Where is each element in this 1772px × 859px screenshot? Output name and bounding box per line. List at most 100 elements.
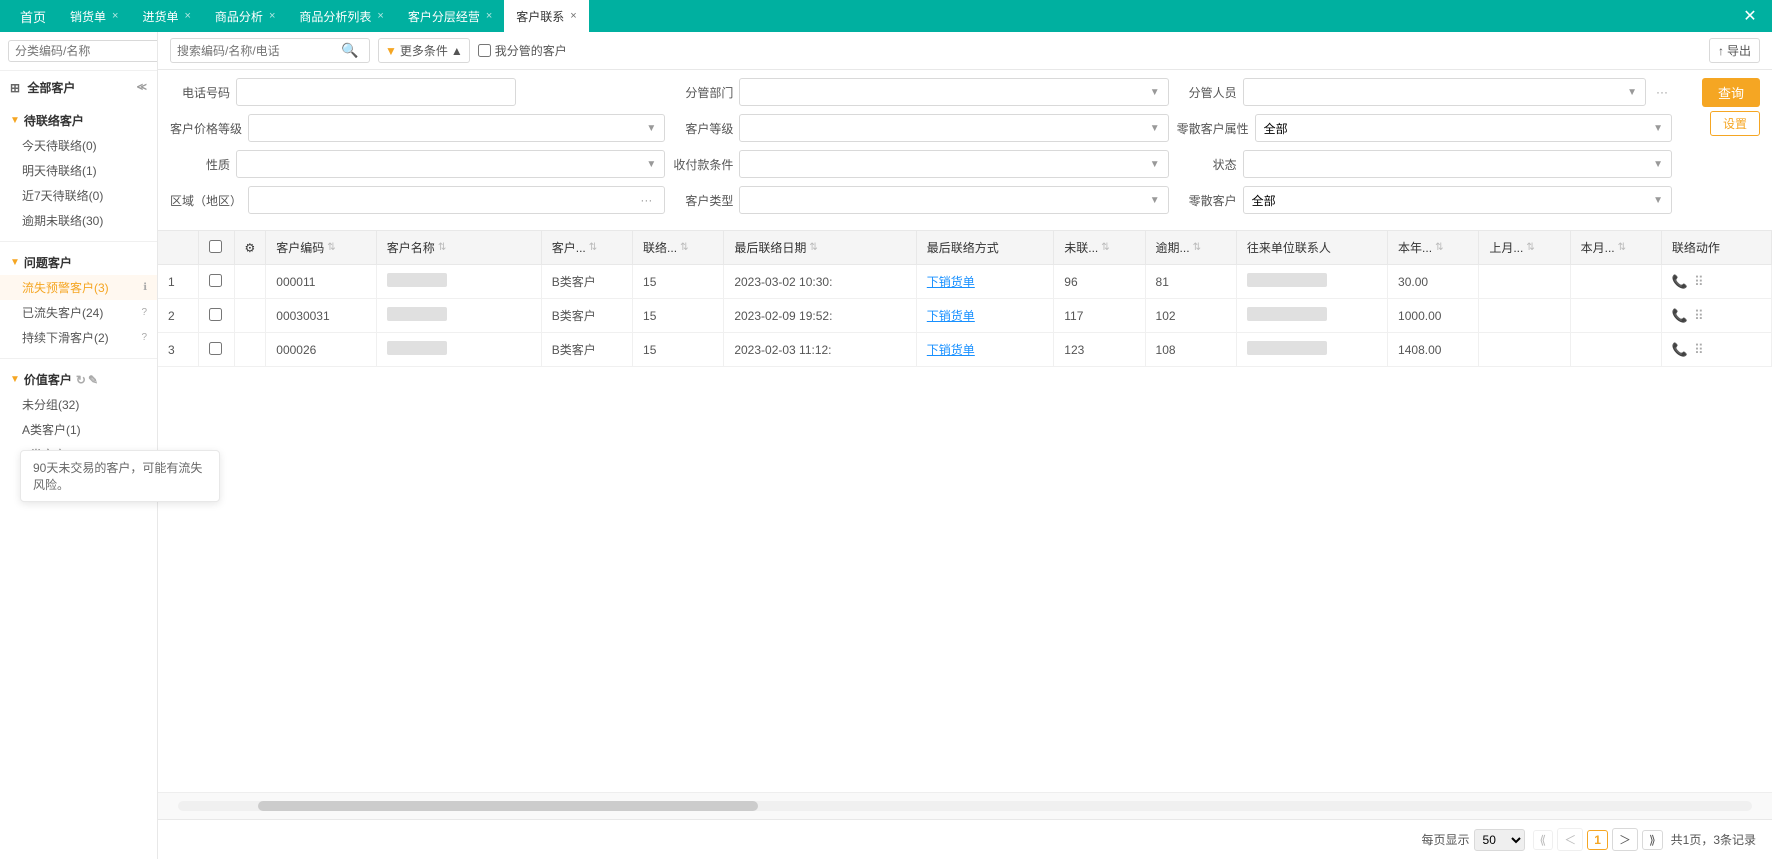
manager-select[interactable]: ▼ [1243,78,1646,106]
export-button[interactable]: ↑ 导出 [1709,38,1760,63]
sort-icon-last-month[interactable]: ⇅ [1526,242,1534,253]
close-tab-customer-segment[interactable]: × [486,10,492,22]
row-checkbox-1[interactable] [209,274,222,287]
col-name: 客户名称 ⇅ [376,231,541,265]
customer-type-select[interactable]: ▼ [739,186,1168,214]
arrow-down-icon: ▼ [10,115,20,126]
cell-unit-1 [1236,265,1387,299]
tab-customer-segment[interactable]: 客户分层经营 × [396,0,504,32]
table-row: 3 000026 B类客户 15 2023-02-03 11:12: 下销货单 … [158,333,1772,367]
filter-field-dept: 分管部门 ▼ [673,78,1168,106]
close-tab-purchase[interactable]: × [184,10,190,22]
select-all-checkbox[interactable] [209,240,222,253]
menu-action-icon-2[interactable]: ⠿ [1694,308,1704,324]
sidebar-item-lost[interactable]: 已流失客户(24) ? [0,300,157,325]
phone-input[interactable] [236,78,516,106]
sort-icon-type[interactable]: ⇅ [589,242,597,253]
row-checkbox-3[interactable] [209,342,222,355]
main-layout: 🔍 ⊞ 全部客户 ≪ ▼ 待联络客户 今天待联络(0) 明天待联络(1) 近7天… [0,32,1772,859]
prev-page-button[interactable]: ＜ [1557,828,1583,851]
edit-icon[interactable]: ✎ [88,373,98,387]
more-filters-button[interactable]: ▼ 更多条件 ▲ [378,38,470,63]
region-label: 区域（地区） [170,192,242,209]
close-tab-sales[interactable]: × [112,10,118,22]
sort-icon-overdue[interactable]: ⇅ [1193,242,1201,253]
sort-icon-name[interactable]: ⇅ [438,242,446,253]
sort-icon-this-month[interactable]: ⇅ [1618,242,1626,253]
payment-select[interactable]: ▼ [739,150,1168,178]
region-dots[interactable]: ··· [636,193,656,207]
sidebar-item-overdue-pending[interactable]: 逾期未联络(30) [0,208,157,233]
phone-action-icon-2[interactable]: 📞 [1672,308,1688,324]
sidebar-group-problem-header[interactable]: ▼ 问题客户 [0,250,157,275]
sidebar-item-today-pending[interactable]: 今天待联络(0) [0,133,157,158]
menu-action-icon-1[interactable]: ⠿ [1694,274,1704,290]
row-checkbox-2[interactable] [209,308,222,321]
payment-label: 收付款条件 [673,156,733,173]
sidebar-group-value-header[interactable]: ▼ 价值客户 ↻ ✎ [0,367,157,392]
sort-icon-contact[interactable]: ⇅ [680,242,688,253]
method-link-3[interactable]: 下销货单 [927,343,975,357]
all-customers-item[interactable]: ⊞ 全部客户 ≪ [0,71,157,104]
window-close-button[interactable]: ✕ [1736,2,1764,30]
phone-action-icon-3[interactable]: 📞 [1672,342,1688,358]
table-horizontal-scrollbar[interactable] [158,792,1772,819]
tab-purchase[interactable]: 进货单 × [130,0,202,32]
retail-select[interactable]: 全部 ▼ [1243,186,1672,214]
sidebar-item-class-a[interactable]: A类客户(1) [0,417,157,442]
sidebar-item-tomorrow-pending[interactable]: 明天待联络(1) [0,158,157,183]
sort-icon-date[interactable]: ⇅ [809,242,817,253]
sidebar-item-ungrouped[interactable]: 未分组(32) [0,392,157,417]
cell-type-1: B类客户 [541,265,632,299]
phone-action-icon-1[interactable]: 📞 [1672,274,1688,290]
col-settings[interactable]: ⚙ [234,231,266,265]
sidebar-search-input[interactable] [8,40,158,62]
tab-home[interactable]: 首页 [8,0,58,32]
first-page-button[interactable]: ⟪ [1533,830,1554,850]
retail-attr-label: 零散客户属性 [1177,120,1249,137]
region-select[interactable]: ··· [248,186,665,214]
scroll-thumb[interactable] [258,801,758,811]
close-tab-analysis[interactable]: × [269,10,275,22]
next-page-button[interactable]: ＞ [1612,828,1638,851]
search-input[interactable] [177,44,337,58]
query-button[interactable]: 查询 [1702,78,1760,107]
price-grade-select[interactable]: ▼ [248,114,665,142]
status-select[interactable]: ▼ [1243,150,1672,178]
col-this-month: 本月... ⇅ [1570,231,1661,265]
cell-checkbox-3 [198,333,234,367]
manager-dots[interactable]: ··· [1652,85,1672,99]
settings-button[interactable]: 设置 [1710,111,1760,136]
tab-analysis-list[interactable]: 商品分析列表 × [287,0,395,32]
refresh-icon[interactable]: ↻ [76,373,86,387]
menu-action-icon-3[interactable]: ⠿ [1694,342,1704,358]
tab-analysis[interactable]: 商品分析 × [203,0,287,32]
last-page-button[interactable]: ⟫ [1642,830,1663,850]
sort-icon-year[interactable]: ⇅ [1435,242,1443,253]
my-customers-checkbox-label[interactable]: 我分管的客户 [478,42,567,59]
table-row: 2 00030031 B类客户 15 2023-02-09 19:52: 下销货… [158,299,1772,333]
page-size-dropdown[interactable]: 50 100 200 [1474,829,1525,851]
sidebar-item-7days-pending[interactable]: 近7天待联络(0) [0,183,157,208]
my-customers-checkbox[interactable] [478,44,491,57]
sidebar-item-declining[interactable]: 持续下滑客户(2) ? [0,325,157,350]
sort-icon-un[interactable]: ⇅ [1101,242,1109,253]
dept-select[interactable]: ▼ [739,78,1168,106]
method-link-1[interactable]: 下销货单 [927,275,975,289]
sidebar-group-pending-header[interactable]: ▼ 待联络客户 [0,108,157,133]
sort-icon-code[interactable]: ⇅ [327,242,335,253]
cell-action-3: 📞 ⠿ [1661,333,1771,367]
sidebar-item-loss-warning[interactable]: 流失预警客户(3) ℹ [0,275,157,300]
close-tab-analysis-list[interactable]: × [377,10,383,22]
unit-contact-3 [1247,341,1327,355]
tab-customer-link[interactable]: 客户联系 × [504,0,588,32]
tab-sales[interactable]: 销货单 × [58,0,130,32]
toolbar-search-icon[interactable]: 🔍 [341,42,358,59]
close-tab-customer-link[interactable]: × [570,10,576,22]
customer-grade-select[interactable]: ▼ [739,114,1168,142]
method-link-2[interactable]: 下销货单 [927,309,975,323]
nature-select[interactable]: ▼ [236,150,665,178]
filter-field-nature: 性质 ▼ [170,150,665,178]
retail-attr-select[interactable]: 全部 ▼ [1255,114,1672,142]
manager-caret-icon: ▼ [1627,87,1637,98]
